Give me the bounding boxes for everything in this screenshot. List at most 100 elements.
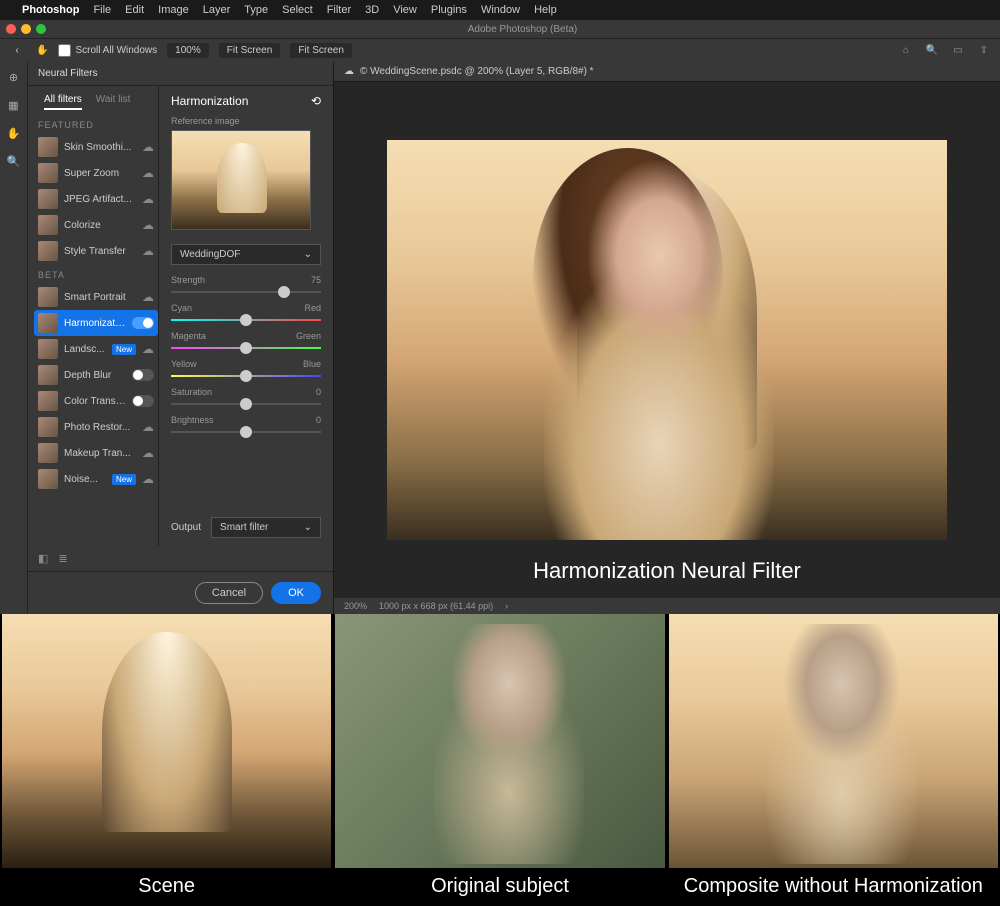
scroll-all-checkbox[interactable]: Scroll All Windows xyxy=(58,44,157,57)
slider-strength[interactable]: Strength75 xyxy=(171,275,321,293)
filter-row[interactable]: Colorize☁ xyxy=(34,212,158,238)
share-icon[interactable]: ⇪ xyxy=(976,43,992,59)
filter-row[interactable]: Super Zoom☁ xyxy=(34,160,158,186)
tab-wait-list[interactable]: Wait list xyxy=(96,94,131,110)
download-icon[interactable]: ☁ xyxy=(142,290,154,304)
featured-section-label: FEATURED xyxy=(34,114,158,134)
menu-plugins[interactable]: Plugins xyxy=(431,4,467,16)
slider-left-label: Yellow xyxy=(171,359,197,369)
maximize-window-button[interactable] xyxy=(36,24,46,34)
hand-icon[interactable]: ✋ xyxy=(5,124,23,142)
filter-row[interactable]: Color Transfer xyxy=(34,388,158,414)
menu-filter[interactable]: Filter xyxy=(327,4,351,16)
slider-track[interactable] xyxy=(171,431,321,433)
slider-track[interactable] xyxy=(171,291,321,293)
slider-thumb[interactable] xyxy=(240,426,252,438)
hero-caption: Harmonization Neural Filter xyxy=(533,558,801,584)
download-icon[interactable]: ☁ xyxy=(142,446,154,460)
tab-all-filters[interactable]: All filters xyxy=(44,94,82,110)
layer-select[interactable]: WeddingDOF ⌄ xyxy=(171,244,321,265)
close-window-button[interactable] xyxy=(6,24,16,34)
filter-row[interactable]: Style Transfer☁ xyxy=(34,238,158,264)
cloud-icon: ☁ xyxy=(344,66,354,77)
reset-icon[interactable]: ⟲ xyxy=(311,94,321,108)
download-icon[interactable]: ☁ xyxy=(142,218,154,232)
download-icon[interactable]: ☁ xyxy=(142,140,154,154)
menu-select[interactable]: Select xyxy=(282,4,313,16)
menu-file[interactable]: File xyxy=(93,4,111,16)
menu-edit[interactable]: Edit xyxy=(125,4,144,16)
comparison-strip: Scene Original subject Composite without… xyxy=(0,614,1000,906)
download-icon[interactable]: ☁ xyxy=(142,192,154,206)
slider-track[interactable] xyxy=(171,319,321,321)
menu-image[interactable]: Image xyxy=(158,4,189,16)
menu-view[interactable]: View xyxy=(393,4,417,16)
minimize-window-button[interactable] xyxy=(21,24,31,34)
filter-toggle[interactable] xyxy=(132,395,154,407)
slider-cyan[interactable]: CyanRed xyxy=(171,303,321,321)
compare-icon[interactable]: ◧ xyxy=(38,552,48,565)
target-icon[interactable]: ⊕ xyxy=(5,68,23,86)
slider-saturation[interactable]: Saturation0 xyxy=(171,387,321,405)
download-icon[interactable]: ☁ xyxy=(142,472,154,486)
menu-layer[interactable]: Layer xyxy=(203,4,231,16)
workspace-icon[interactable]: ▭ xyxy=(950,43,966,59)
slider-thumb[interactable] xyxy=(240,370,252,382)
slider-thumb[interactable] xyxy=(240,398,252,410)
filter-row[interactable]: JPEG Artifact... ☁ xyxy=(34,186,158,212)
filter-row[interactable]: Landsc...New☁ xyxy=(34,336,158,362)
slider-thumb[interactable] xyxy=(240,314,252,326)
window-titlebar: Adobe Photoshop (Beta) xyxy=(0,20,1000,38)
filter-name: JPEG Artifact... xyxy=(64,194,136,205)
filter-toggle[interactable] xyxy=(132,317,154,329)
canvas[interactable]: Harmonization Neural Filter xyxy=(334,82,1000,598)
menu-app-name[interactable]: Photoshop xyxy=(22,4,79,16)
status-chevron-icon[interactable]: › xyxy=(505,601,508,611)
menu-type[interactable]: Type xyxy=(244,4,268,16)
ok-button[interactable]: OK xyxy=(271,582,321,604)
slider-magenta[interactable]: MagentaGreen xyxy=(171,331,321,349)
filter-row[interactable]: Makeup Tran...☁ xyxy=(34,440,158,466)
zoom-level[interactable]: 100% xyxy=(167,43,209,58)
back-icon[interactable]: ‹ xyxy=(8,42,26,60)
slider-track[interactable] xyxy=(171,347,321,349)
fit-screen-button-1[interactable]: Fit Screen xyxy=(219,43,281,58)
home-icon[interactable]: ⌂ xyxy=(898,43,914,59)
cancel-button[interactable]: Cancel xyxy=(195,582,263,604)
filter-name: Noise... xyxy=(64,474,106,485)
download-icon[interactable]: ☁ xyxy=(142,420,154,434)
slider-thumb[interactable] xyxy=(240,342,252,354)
filter-name: Smart Portrait xyxy=(64,292,136,303)
layers-icon[interactable]: ≣ xyxy=(58,552,67,565)
fit-screen-button-2[interactable]: Fit Screen xyxy=(290,43,352,58)
menu-help[interactable]: Help xyxy=(534,4,557,16)
output-label: Output xyxy=(171,522,201,533)
filter-row[interactable]: Harmonization xyxy=(34,310,158,336)
download-icon[interactable]: ☁ xyxy=(142,342,154,356)
download-icon[interactable]: ☁ xyxy=(142,244,154,258)
slider-track[interactable] xyxy=(171,403,321,405)
filter-row[interactable]: Depth Blur xyxy=(34,362,158,388)
filter-row[interactable]: Skin Smoothi...☁ xyxy=(34,134,158,160)
status-zoom[interactable]: 200% xyxy=(344,601,367,611)
menu-3d[interactable]: 3D xyxy=(365,4,379,16)
menu-window[interactable]: Window xyxy=(481,4,520,16)
document-tab[interactable]: ☁ © WeddingScene.psdc @ 200% (Layer 5, R… xyxy=(334,62,1000,82)
zoom-icon[interactable]: 🔍 xyxy=(5,152,23,170)
filter-row[interactable]: Noise... New ☁ xyxy=(34,466,158,492)
reference-image-thumbnail[interactable] xyxy=(171,130,311,230)
slider-yellow[interactable]: YellowBlue xyxy=(171,359,321,377)
slider-track[interactable] xyxy=(171,375,321,377)
filter-toggle[interactable] xyxy=(132,369,154,381)
slider-brightness[interactable]: Brightness0 xyxy=(171,415,321,433)
download-icon[interactable]: ☁ xyxy=(142,166,154,180)
filter-row[interactable]: Smart Portrait ☁ xyxy=(34,284,158,310)
crop-icon[interactable]: ▦ xyxy=(5,96,23,114)
search-icon[interactable]: 🔍 xyxy=(924,43,940,59)
new-badge: New xyxy=(112,474,136,485)
slider-thumb[interactable] xyxy=(278,286,290,298)
filter-row[interactable]: Photo Restor...☁ xyxy=(34,414,158,440)
slider-left-label: Brightness xyxy=(171,415,214,425)
output-select[interactable]: Smart filter ⌄ xyxy=(211,517,321,538)
hand-tool-icon[interactable]: ✋ xyxy=(36,45,48,56)
